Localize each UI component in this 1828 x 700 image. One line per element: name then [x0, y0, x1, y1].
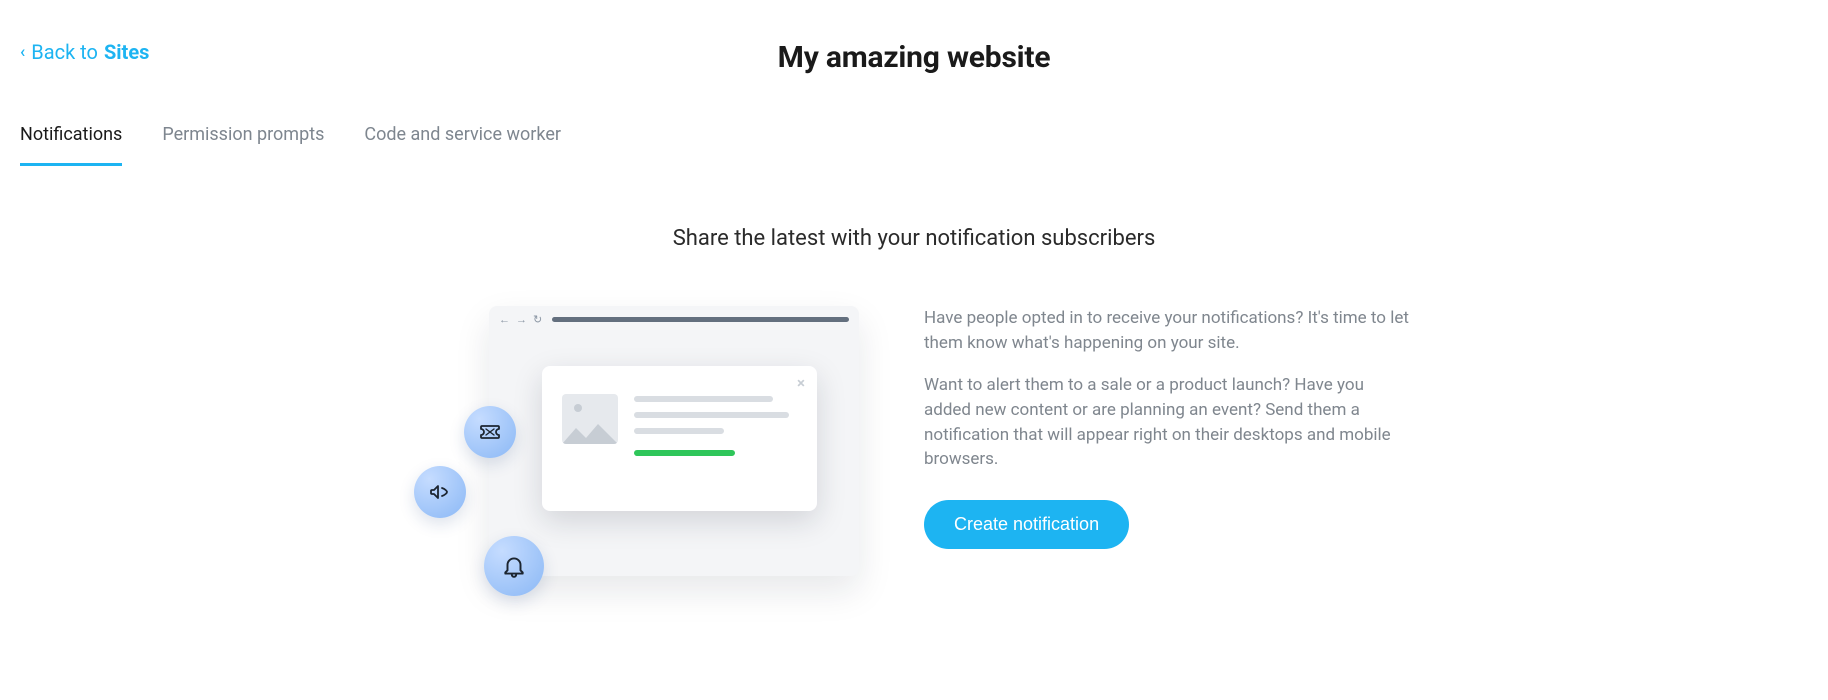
content-subheading: Share the latest with your notification … [673, 226, 1156, 251]
back-to-sites-link[interactable]: ‹ Back to Sites [20, 40, 149, 64]
browser-refresh-icon: ↻ [533, 314, 542, 325]
tab-permission-prompts[interactable]: Permission prompts [162, 124, 324, 166]
ticket-icon [464, 406, 516, 458]
chevron-left-icon: ‹ [20, 44, 25, 61]
notification-card-mock: × [542, 366, 817, 511]
back-prefix: Back to [31, 40, 98, 64]
tab-code-service-worker[interactable]: Code and service worker [364, 124, 561, 166]
page-title: My amazing website [0, 40, 1828, 75]
browser-forward-icon: → [516, 314, 527, 325]
close-icon: × [797, 374, 805, 392]
tab-notifications[interactable]: Notifications [20, 124, 122, 166]
create-notification-button[interactable]: Create notification [924, 500, 1129, 549]
back-target: Sites [104, 40, 149, 64]
browser-url-bar-icon [552, 317, 849, 322]
content-paragraph-1: Have people opted in to receive your not… [924, 306, 1414, 355]
notification-illustration: ← → ↻ × [414, 306, 864, 616]
image-placeholder-icon [562, 394, 618, 444]
content-paragraph-2: Want to alert them to a sale or a produc… [924, 373, 1414, 472]
bell-icon [484, 536, 544, 596]
tab-bar: Notifications Permission prompts Code an… [20, 124, 1808, 166]
megaphone-icon [414, 466, 466, 518]
browser-back-icon: ← [499, 314, 510, 325]
